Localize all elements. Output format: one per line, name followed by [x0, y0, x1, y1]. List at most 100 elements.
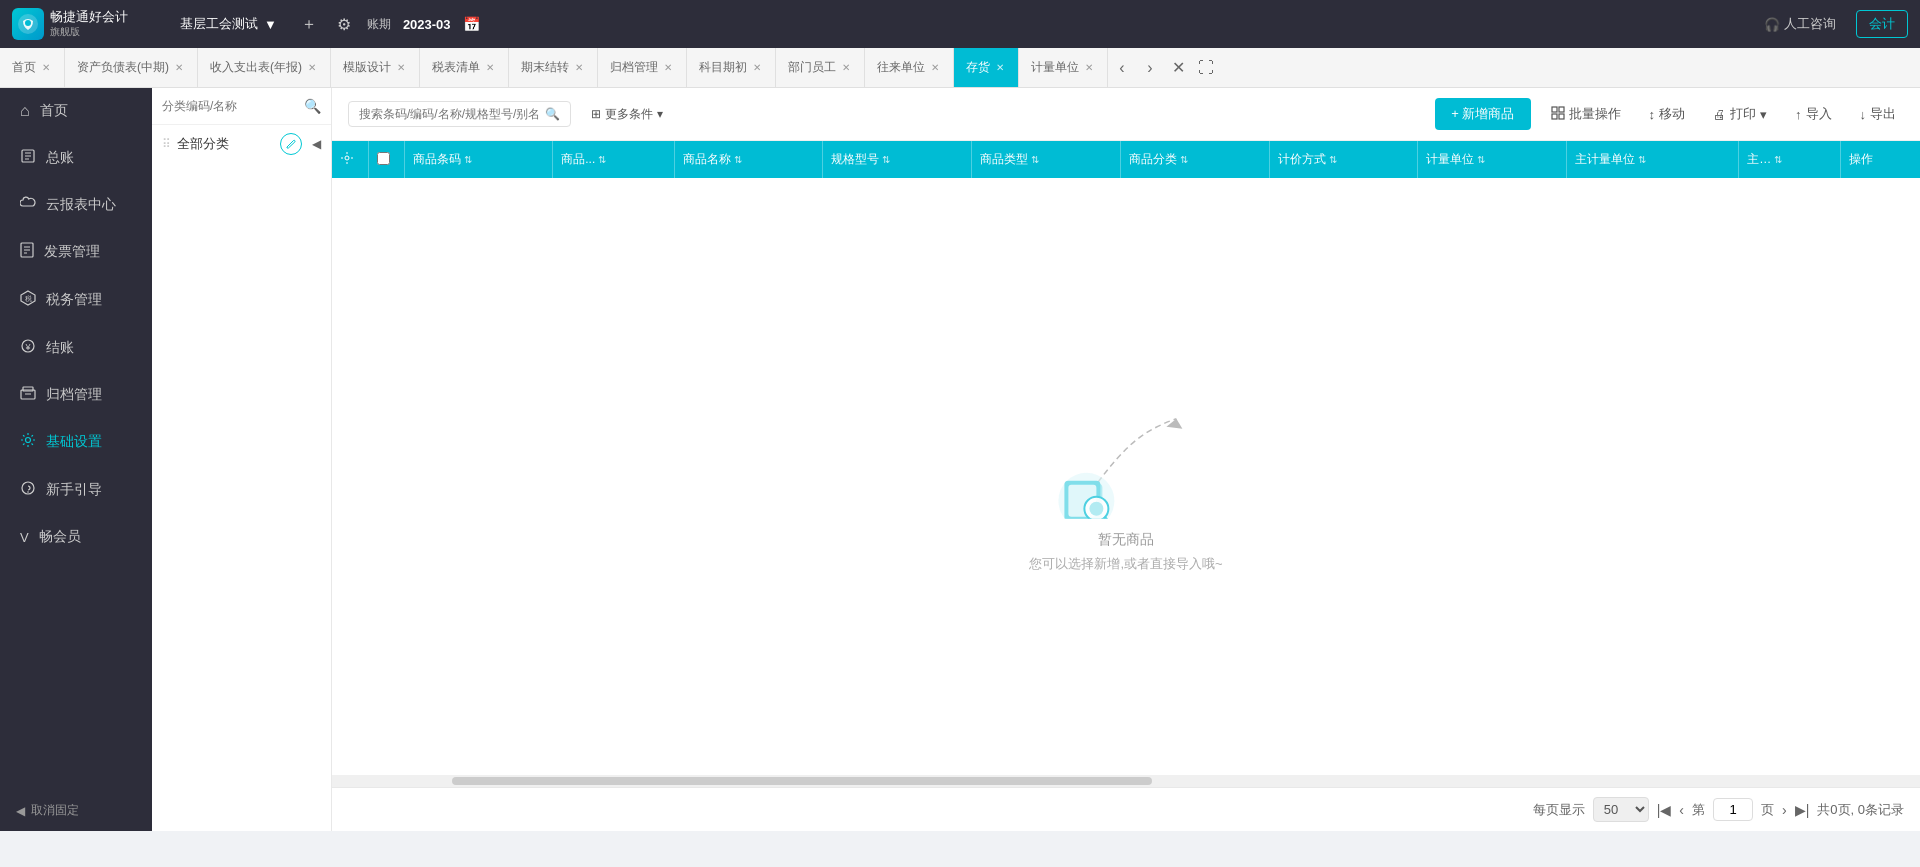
tab-close-income[interactable]: ✕: [306, 61, 318, 74]
tab-close-partner[interactable]: ✕: [929, 61, 941, 74]
human-service-btn[interactable]: 🎧 人工咨询: [1756, 11, 1844, 37]
sidebar-item-cloud-report[interactable]: 云报表中心: [0, 182, 152, 228]
tab-period-transfer[interactable]: 期末结转 ✕: [509, 48, 598, 88]
col-unit[interactable]: 计量单位 ⇅: [1418, 141, 1567, 178]
col-type[interactable]: 商品类型 ⇅: [972, 141, 1121, 178]
col-actions: 操作: [1841, 141, 1920, 178]
page-last-btn[interactable]: ▶|: [1795, 802, 1810, 818]
col-code[interactable]: 商品... ⇅: [553, 141, 674, 178]
tab-template[interactable]: 模版设计 ✕: [331, 48, 420, 88]
calendar-icon[interactable]: 📅: [463, 16, 480, 32]
product-search-box[interactable]: 🔍: [348, 101, 571, 127]
category-search-input[interactable]: [162, 99, 298, 113]
table-scrollbar[interactable]: [332, 775, 1920, 787]
sidebar-item-archive[interactable]: 归档管理: [0, 372, 152, 418]
import-btn[interactable]: ↑ 导入: [1787, 100, 1840, 128]
sidebar-item-ledger[interactable]: 总账: [0, 134, 152, 182]
move-icon: ↕: [1649, 107, 1656, 122]
tab-dept-staff[interactable]: 部门员工 ✕: [776, 48, 865, 88]
sidebar-item-settlement[interactable]: ¥ 结账: [0, 324, 152, 372]
product-search-icon[interactable]: 🔍: [545, 107, 560, 121]
account-button[interactable]: 会计: [1856, 10, 1908, 38]
workspace-selector[interactable]: 基层工会测试 ▼: [172, 11, 285, 37]
col-spec[interactable]: 规格型号 ⇅: [823, 141, 972, 178]
settings-gear-icon[interactable]: ⚙: [333, 11, 355, 38]
col-barcode[interactable]: 商品条码 ⇅: [404, 141, 553, 178]
tab-close-template[interactable]: ✕: [395, 61, 407, 74]
col-price-method[interactable]: 计价方式 ⇅: [1269, 141, 1418, 178]
col-name[interactable]: 商品名称 ⇅: [674, 141, 823, 178]
home-icon: ⌂: [20, 102, 30, 120]
collapse-panel-icon[interactable]: ◀: [312, 137, 321, 151]
tab-close-period-transfer[interactable]: ✕: [573, 61, 585, 74]
tab-close-homepage[interactable]: ✕: [40, 61, 52, 74]
tab-archive[interactable]: 归档管理 ✕: [598, 48, 687, 88]
page-prev-btn[interactable]: ‹: [1679, 802, 1684, 818]
table-config-th[interactable]: [332, 141, 368, 178]
tabs-expand[interactable]: ⛶: [1192, 48, 1220, 88]
tab-close-inventory[interactable]: ✕: [994, 61, 1006, 74]
sidebar-item-vip[interactable]: V 畅会员: [0, 514, 152, 560]
page-next-btn[interactable]: ›: [1782, 802, 1787, 818]
cloud-icon: [20, 196, 36, 214]
sort-barcode-icon: ⇅: [464, 154, 472, 165]
sort-price-method-icon: ⇅: [1329, 154, 1337, 165]
svg-text:¥: ¥: [24, 342, 31, 352]
col-extra[interactable]: 主… ⇅: [1739, 141, 1841, 178]
table-container: 商品条码 ⇅ 商品... ⇅: [332, 141, 1920, 775]
category-edit-btn[interactable]: [280, 133, 302, 155]
app-logo-icon: [12, 8, 44, 40]
tab-balance-sheet[interactable]: 资产负债表(中期) ✕: [65, 48, 198, 88]
empty-state: 暂无商品 您可以选择新增,或者直接导入哦~: [1029, 409, 1222, 573]
per-page-select[interactable]: 50 20 100 200: [1593, 797, 1649, 822]
sidebar-item-basic-settings[interactable]: 基础设置: [0, 418, 152, 466]
sidebar-item-guide[interactable]: 新手引导: [0, 466, 152, 514]
add-tab-icon[interactable]: ＋: [297, 10, 321, 39]
col-category[interactable]: 商品分类 ⇅: [1120, 141, 1269, 178]
table-scrollbar-thumb[interactable]: [452, 777, 1152, 785]
print-btn[interactable]: 🖨 打印 ▾: [1705, 100, 1775, 128]
tab-subject-init[interactable]: 科目期初 ✕: [687, 48, 776, 88]
tab-partner[interactable]: 往来单位 ✕: [865, 48, 954, 88]
tab-homepage[interactable]: 首页 ✕: [0, 48, 65, 88]
more-filter-btn[interactable]: ⊞ 更多条件 ▾: [583, 101, 671, 128]
filter-icon: ⊞: [591, 107, 601, 121]
category-search: 🔍: [152, 88, 331, 125]
new-product-btn[interactable]: + 新增商品: [1435, 98, 1530, 130]
tab-tax-list[interactable]: 税表清单 ✕: [420, 48, 509, 88]
sort-name-icon: ⇅: [734, 154, 742, 165]
col-main-unit[interactable]: 主计量单位 ⇅: [1567, 141, 1739, 178]
batch-icon: [1551, 106, 1565, 123]
batch-operation-btn[interactable]: 批量操作: [1543, 100, 1629, 128]
tabs-nav-prev[interactable]: ‹: [1108, 48, 1136, 88]
move-btn[interactable]: ↕ 移动: [1641, 100, 1694, 128]
export-btn[interactable]: ↓ 导出: [1852, 100, 1905, 128]
tabs-nav-next[interactable]: ›: [1136, 48, 1164, 88]
tab-close-archive[interactable]: ✕: [662, 61, 674, 74]
product-search-input[interactable]: [359, 107, 539, 121]
drag-icon: ⠿: [162, 137, 171, 151]
select-all-checkbox[interactable]: [377, 152, 390, 165]
page-input[interactable]: [1713, 798, 1753, 821]
tab-close-dept-staff[interactable]: ✕: [840, 61, 852, 74]
category-all-btn[interactable]: ⠿ 全部分类 ◀: [152, 125, 331, 163]
tab-close-tax-list[interactable]: ✕: [484, 61, 496, 74]
tab-inventory[interactable]: 存货 ✕: [954, 48, 1019, 88]
svg-point-31: [1089, 502, 1103, 516]
tab-close-subject-init[interactable]: ✕: [751, 61, 763, 74]
tab-income[interactable]: 收入支出表(年报) ✕: [198, 48, 331, 88]
category-search-icon[interactable]: 🔍: [304, 98, 321, 114]
page-first-btn[interactable]: |◀: [1657, 802, 1672, 818]
sidebar-item-tax[interactable]: 税 税务管理: [0, 276, 152, 324]
sidebar-item-home[interactable]: ⌂ 首页: [0, 88, 152, 134]
tab-unit[interactable]: 计量单位 ✕: [1019, 48, 1108, 88]
tab-close-balance[interactable]: ✕: [173, 61, 185, 74]
sort-type-icon: ⇅: [1031, 154, 1039, 165]
sort-unit-icon: ⇅: [1477, 154, 1485, 165]
sidebar-item-invoice[interactable]: 发票管理: [0, 228, 152, 276]
sidebar-unpin-btn[interactable]: ◀ 取消固定: [0, 790, 152, 831]
period-value: 2023-03: [403, 17, 451, 32]
tabs-close-all[interactable]: ✕: [1164, 48, 1192, 88]
table-checkbox-th[interactable]: [368, 141, 404, 178]
tab-close-unit[interactable]: ✕: [1083, 61, 1095, 74]
